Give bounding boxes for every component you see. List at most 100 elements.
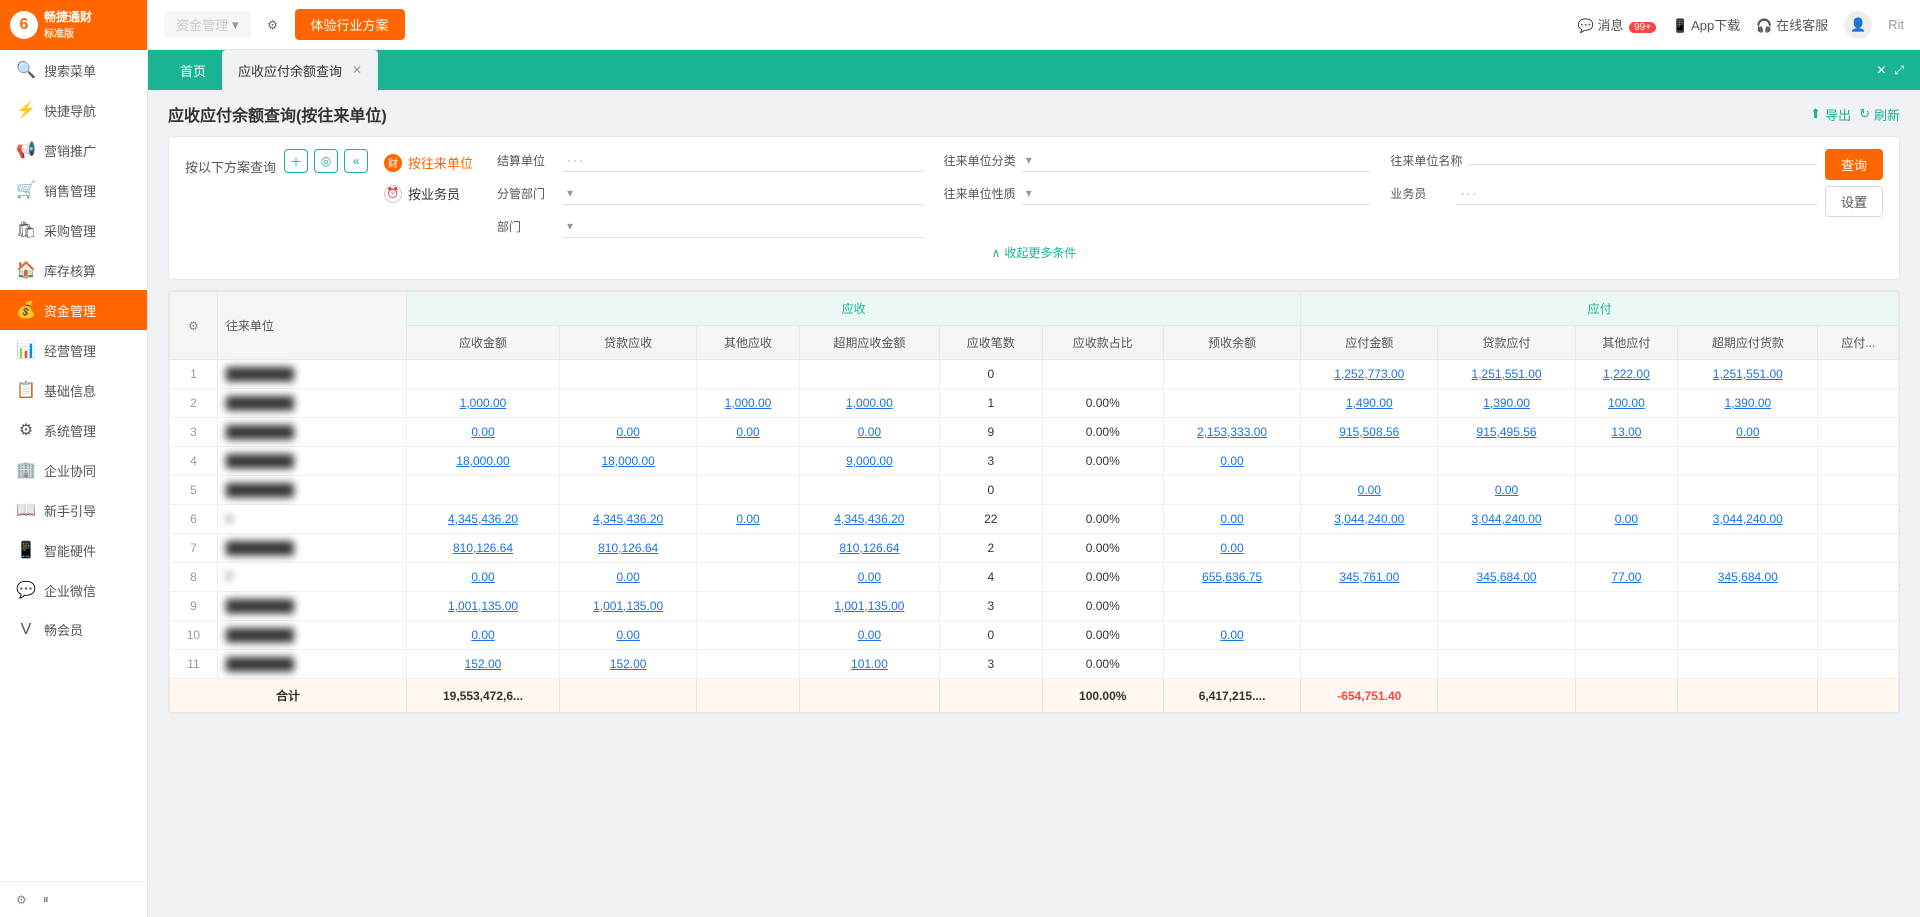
row-ap_amount[interactable]: 1,490.00 [1301,389,1438,418]
row-ar_prepay[interactable]: 0.00 [1163,534,1300,563]
settlement-input[interactable]: ··· [563,149,924,172]
row-ap_loan[interactable]: 1,390.00 [1438,389,1575,418]
row-ar_loan[interactable]: 4,345,436.20 [560,505,697,534]
row-ar_loan[interactable]: 0.00 [560,621,697,650]
row-ar_amount[interactable]: 152.00 [407,650,560,679]
row-ap_overdue[interactable]: 345,684.00 [1678,563,1818,592]
collapse-icon[interactable]: ⏸ [43,892,49,907]
sidebar-item-system[interactable]: ⚙ 系统管理 [0,410,147,450]
row-ap_overdue[interactable]: 3,044,240.00 [1678,505,1818,534]
sidebar-item-collab[interactable]: 🏢 企业协同 [0,450,147,490]
tab-home[interactable]: 首页 [164,50,222,90]
tab-maximize-icon[interactable]: ⤢ [1894,63,1904,78]
row-ar_loan[interactable]: 18,000.00 [560,447,697,476]
scheme-by-salesman[interactable]: ⏰ 按业务员 [376,180,481,207]
row-ap_loan[interactable]: 3,044,240.00 [1438,505,1575,534]
row-ar_overdue[interactable]: 4,345,436.20 [799,505,939,534]
row-ar_loan[interactable]: 0.00 [560,563,697,592]
sidebar-item-guide[interactable]: 📖 新手引导 [0,490,147,530]
row-ar_overdue[interactable]: 0.00 [799,621,939,650]
online-service-icon[interactable]: 🎧 在线客服 [1756,15,1828,34]
sidebar-item-sales[interactable]: 🛒 销售管理 [0,170,147,210]
row-ar_amount[interactable]: 1,000.00 [407,389,560,418]
sidebar-item-purchase[interactable]: 🛍 采购管理 [0,210,147,250]
collapse-more-button[interactable]: ∧ 收起更多条件 [185,238,1883,267]
tab-close-window-icon[interactable]: ✕ [1876,63,1886,77]
row-ar_overdue[interactable]: 101.00 [799,650,939,679]
partner-name-input[interactable] [1468,156,1817,165]
row-ar_amount[interactable]: 18,000.00 [407,447,560,476]
row-ar_loan[interactable]: 1,001,135.00 [560,592,697,621]
tab-ar-ap[interactable]: 应收应付余额查询 ✕ [222,50,378,90]
scheme-by-partner[interactable]: 财 按往来单位 [376,149,481,176]
footer-ar-amount[interactable]: 19,553,472,6... [407,679,560,713]
salesman-input[interactable]: ··· [1456,182,1817,205]
sidebar-item-hardware[interactable]: 📱 智能硬件 [0,530,147,570]
row-ap_loan[interactable]: 915,495.56 [1438,418,1575,447]
row-ap_other[interactable]: 0.00 [1575,505,1677,534]
row-ar_amount[interactable]: 0.00 [407,418,560,447]
add-scheme-button[interactable]: ＋ [284,149,308,173]
export-button[interactable]: ⬆ 导出 [1810,105,1851,124]
col-settings-icon[interactable]: ⚙ [170,292,218,360]
sidebar-item-base[interactable]: 📋 基础信息 [0,370,147,410]
row-ar_prepay[interactable]: 2,153,333.00 [1163,418,1300,447]
partner-nature-input[interactable]: ▾ [1022,182,1371,205]
row-ar_prepay[interactable]: 0.00 [1163,447,1300,476]
row-ar_amount[interactable]: 1,001,135.00 [407,592,560,621]
dept-input[interactable]: ▾ [563,215,924,238]
row-ap_amount[interactable]: 1,252,773.00 [1301,360,1438,389]
row-ar_overdue[interactable]: 1,000.00 [799,389,939,418]
topbar-gear-icon[interactable]: ⚙ [259,11,287,39]
row-ap_amount[interactable]: 915,508.56 [1301,418,1438,447]
row-ap_loan[interactable]: 0.00 [1438,476,1575,505]
row-ar_overdue[interactable]: 1,001,135.00 [799,592,939,621]
settings-gear-icon[interactable]: ⚙ [16,893,27,907]
row-ar_amount[interactable]: 810,126.64 [407,534,560,563]
row-ap_overdue[interactable]: 1,390.00 [1678,389,1818,418]
row-ar_amount[interactable]: 0.00 [407,563,560,592]
sidebar-item-marketing[interactable]: 📢 营销推广 [0,130,147,170]
row-ap_other[interactable]: 100.00 [1575,389,1677,418]
message-icon[interactable]: 💬 消息 99+ [1578,15,1656,34]
sidebar-item-operation[interactable]: 📊 经营管理 [0,330,147,370]
row-ap_overdue[interactable]: 1,251,551.00 [1678,360,1818,389]
sidebar-item-finance[interactable]: 💰 资金管理 [0,290,147,330]
row-ap_loan[interactable]: 1,251,551.00 [1438,360,1575,389]
row-ap_amount[interactable]: 3,044,240.00 [1301,505,1438,534]
settings-scheme-button[interactable]: ◎ [314,149,338,173]
tab-close-icon[interactable]: ✕ [352,63,362,77]
row-ar_other[interactable]: 0.00 [697,418,799,447]
partner-type-input[interactable]: ▾ [1022,149,1371,172]
sidebar-item-search[interactable]: 🔍 搜索菜单 [0,50,147,90]
row-ar_overdue[interactable]: 810,126.64 [799,534,939,563]
row-ar_prepay[interactable]: 0.00 [1163,505,1300,534]
row-ar_overdue[interactable]: 9,000.00 [799,447,939,476]
row-ap_loan[interactable]: 345,684.00 [1438,563,1575,592]
sidebar-item-member[interactable]: V 畅会员 [0,610,147,649]
row-ap_amount[interactable]: 345,761.00 [1301,563,1438,592]
refresh-button[interactable]: ↻ 刷新 [1859,105,1900,124]
row-ar_other[interactable]: 0.00 [697,505,799,534]
row-ap_overdue[interactable]: 0.00 [1678,418,1818,447]
sidebar-item-inventory[interactable]: 🏠 库存核算 [0,250,147,290]
row-ar_amount[interactable]: 0.00 [407,621,560,650]
try-solution-button[interactable]: 体验行业方案 [295,9,405,40]
row-ar_loan[interactable]: 0.00 [560,418,697,447]
row-ar_prepay[interactable]: 655,636.75 [1163,563,1300,592]
footer-ar-prepay[interactable]: 6,417,215.... [1163,679,1300,713]
row-ar_amount[interactable]: 4,345,436.20 [407,505,560,534]
row-ar_prepay[interactable]: 0.00 [1163,621,1300,650]
row-ar_other[interactable]: 1,000.00 [697,389,799,418]
row-ap_amount[interactable]: 0.00 [1301,476,1438,505]
row-ar_overdue[interactable]: 0.00 [799,563,939,592]
row-ap_other[interactable]: 13.00 [1575,418,1677,447]
query-button[interactable]: 查询 [1825,149,1883,180]
app-download-icon[interactable]: 📱 App下载 [1672,15,1740,34]
row-ar_loan[interactable]: 152.00 [560,650,697,679]
row-ar_loan[interactable]: 810,126.64 [560,534,697,563]
row-ar_overdue[interactable]: 0.00 [799,418,939,447]
sidebar-item-nav[interactable]: ⚡ 快捷导航 [0,90,147,130]
row-ap_other[interactable]: 77.00 [1575,563,1677,592]
row-ap_other[interactable]: 1,222.00 [1575,360,1677,389]
